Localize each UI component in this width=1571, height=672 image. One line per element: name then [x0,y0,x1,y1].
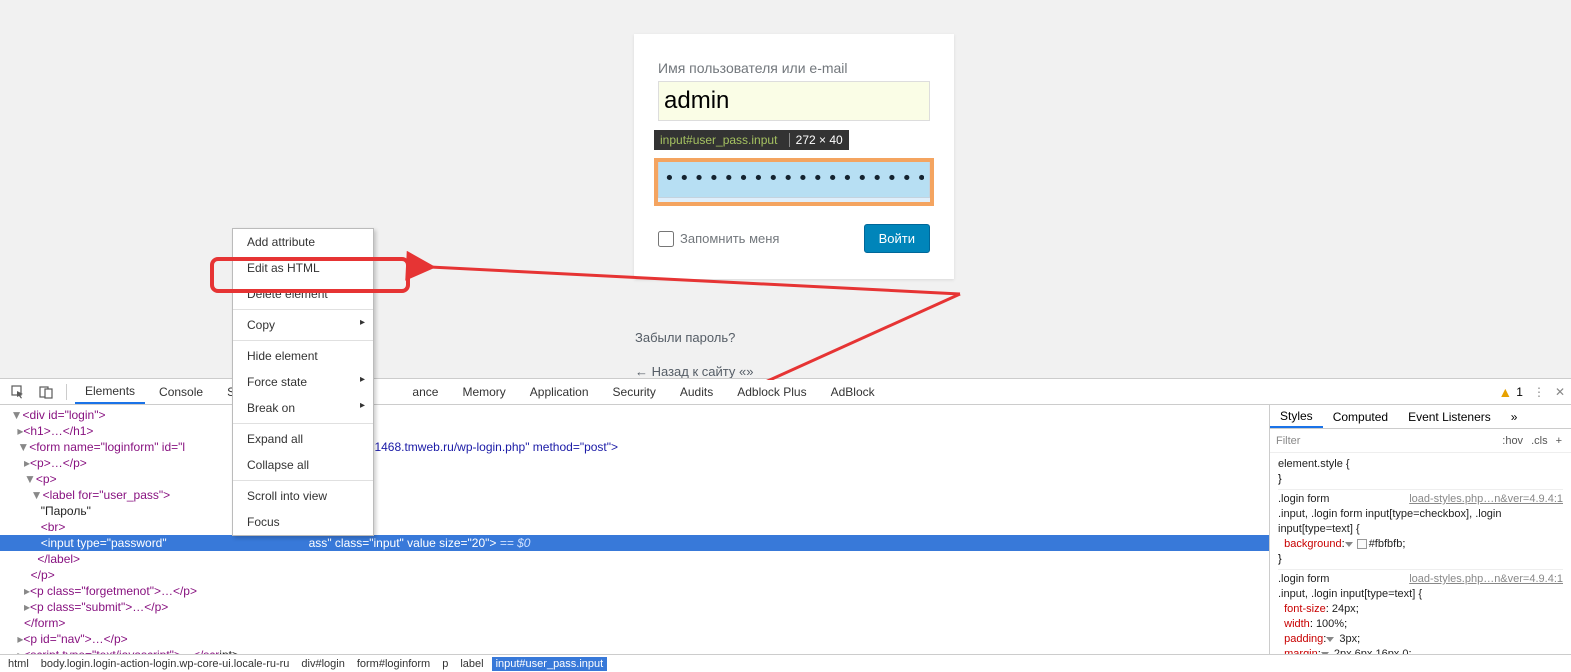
login-bottom-row: Запомнить меня Войти [658,224,930,253]
divider [66,384,67,400]
ctx-collapse-all[interactable]: Collapse all [233,452,373,478]
selected-element-line: <input type="password"ass" class="input"… [0,535,1269,551]
tab-console[interactable]: Console [149,381,213,403]
bc-html[interactable]: html [4,657,33,671]
ctx-force-state[interactable]: Force state [233,369,373,395]
elements-tree[interactable]: ▼<div id="login"> ▸<h1>…</h1> ▼<form nam… [0,405,1269,654]
tab-security[interactable]: Security [603,381,666,403]
styles-tabs: Styles Computed Event Listeners » [1270,405,1571,429]
inspect-icon[interactable] [6,381,30,403]
ctx-separator [233,309,373,310]
remember-label: Запомнить меня [680,231,779,246]
ctx-copy[interactable]: Copy [233,312,373,338]
ctx-scroll-into-view[interactable]: Scroll into view [233,483,373,509]
tooltip-selector: input#user_pass.input [660,133,777,147]
ctx-delete-element[interactable]: Delete element [233,281,373,307]
ctx-separator [233,423,373,424]
tab-event-listeners[interactable]: Event Listeners [1398,407,1501,427]
bc-body[interactable]: body.login.login-action-login.wp-core-ui… [37,657,294,671]
warning-icon[interactable]: ▲ [1498,384,1512,400]
password-field-wrap: input#user_pass.input 272 × 40 Пароль [658,137,930,198]
tab-adblock-plus[interactable]: Adblock Plus [727,381,816,403]
stylesheet-link[interactable]: load-styles.php…n&ver=4.9.4:1 [1409,572,1563,587]
ctx-expand-all[interactable]: Expand all [233,426,373,452]
tab-application[interactable]: Application [520,381,599,403]
ctx-separator [233,340,373,341]
remember-me[interactable]: Запомнить меня [658,231,779,247]
login-form: Имя пользователя или e-mail input#user_p… [634,34,954,279]
back-to-site-link[interactable]: ← Назад к сайту «» [635,364,753,379]
add-rule-button[interactable]: + [1553,434,1565,448]
cls-toggle[interactable]: .cls [1528,434,1551,448]
styles-pane: Styles Computed Event Listeners » Filter… [1269,405,1571,654]
ctx-focus[interactable]: Focus [233,509,373,535]
tab-memory[interactable]: Memory [452,381,515,403]
close-icon[interactable]: ✕ [1555,385,1565,399]
warning-count: 1 [1516,385,1523,399]
page-content: Имя пользователя или e-mail input#user_p… [0,0,1571,378]
username-label: Имя пользователя или e-mail [658,60,930,76]
forgot-password-link[interactable]: Забыли пароль? [635,330,735,345]
bc-label[interactable]: label [456,657,487,671]
ctx-add-attribute[interactable]: Add attribute [233,229,373,255]
bc-login[interactable]: div#login [297,657,348,671]
inspect-tooltip: input#user_pass.input 272 × 40 [654,130,849,150]
bc-input[interactable]: input#user_pass.input [492,657,608,671]
filter-placeholder[interactable]: Filter [1276,435,1300,447]
login-button[interactable]: Войти [864,224,930,253]
hov-toggle[interactable]: :hov [1499,434,1526,448]
password-input[interactable] [658,158,930,198]
stylesheet-link[interactable]: load-styles.php…n&ver=4.9.4:1 [1409,492,1563,507]
tab-more[interactable]: » [1501,407,1528,427]
tooltip-dimensions: 272 × 40 [789,133,843,147]
bc-p[interactable]: p [438,657,452,671]
username-input[interactable] [658,81,930,121]
ctx-separator [233,480,373,481]
more-icon[interactable]: ⋮ [1533,385,1545,399]
styles-rules[interactable]: element.style { } load-styles.php…n&ver=… [1270,453,1571,654]
ctx-break-on[interactable]: Break on [233,395,373,421]
ctx-hide-element[interactable]: Hide element [233,343,373,369]
tab-audits[interactable]: Audits [670,381,723,403]
tab-adblock[interactable]: AdBlock [821,381,885,403]
device-toggle-icon[interactable] [34,381,58,403]
tab-performance-partial[interactable]: ance [402,381,448,403]
styles-filter-row: Filter :hov .cls + [1270,429,1571,453]
remember-checkbox[interactable] [658,231,674,247]
tab-styles[interactable]: Styles [1270,406,1323,428]
elements-breadcrumbs: html body.login.login-action-login.wp-co… [0,654,1571,672]
bc-form[interactable]: form#loginform [353,657,434,671]
ctx-edit-as-html[interactable]: Edit as HTML [233,255,373,281]
tab-computed[interactable]: Computed [1323,407,1398,427]
tabs-right: ▲ 1 ⋮ ✕ [1498,384,1565,400]
tab-elements[interactable]: Elements [75,380,145,404]
context-menu: Add attribute Edit as HTML Delete elemen… [232,228,374,536]
